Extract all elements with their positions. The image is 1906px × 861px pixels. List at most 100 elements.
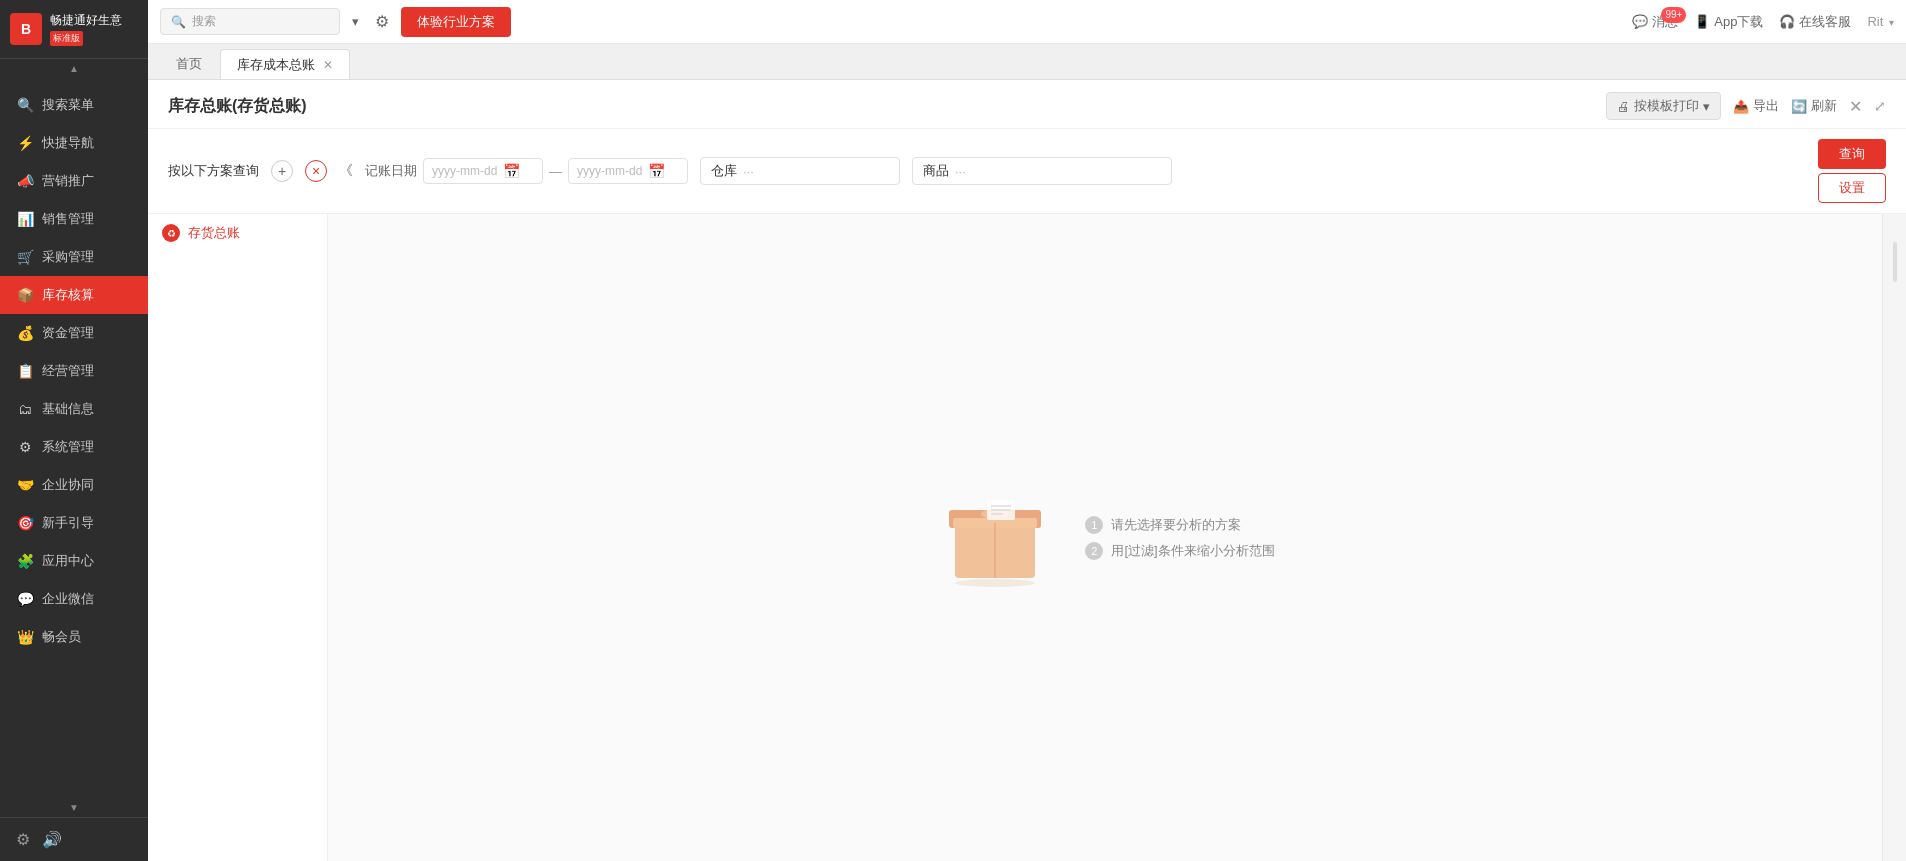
calendar-from-icon: 📅 — [503, 163, 520, 179]
logo-tag: 标准版 — [50, 31, 83, 46]
filter-clear-btn[interactable]: × — [305, 160, 327, 182]
sidebar-item-marketing[interactable]: 📣营销推广 — [0, 162, 148, 200]
data-area: 1 请先选择要分析的方案 2 用[过滤]条件来缩小分析范围 — [328, 214, 1882, 861]
empty-text: 1 请先选择要分析的方案 2 用[过滤]条件来缩小分析范围 — [1085, 516, 1274, 560]
settings-icon[interactable]: ⚙ — [16, 830, 30, 849]
date-to-input[interactable]: yyyy-mm-dd 📅 — [568, 158, 688, 184]
topbar-dropdown-icon[interactable]: ▾ — [348, 10, 363, 33]
scheme-item-inventory[interactable]: ♻ 存货总账 — [148, 214, 327, 252]
sidebar-item-purchase[interactable]: 🛒采购管理 — [0, 238, 148, 276]
nav-label-collab: 企业协同 — [42, 476, 94, 494]
sidebar-item-quick[interactable]: ⚡快捷导航 — [0, 124, 148, 162]
nav-label-inventory: 库存核算 — [42, 286, 94, 304]
nav-label-search: 搜索菜单 — [42, 96, 94, 114]
date-label: 记账日期 — [365, 162, 417, 180]
date-filter-field: 记账日期 yyyy-mm-dd 📅 — yyyy-mm-dd 📅 — [365, 158, 688, 184]
nav-icon-basic: 🗂 — [16, 400, 34, 418]
close-panel-icon[interactable]: ✕ — [1849, 97, 1862, 116]
resize-panel-icon[interactable]: ⤢ — [1874, 98, 1886, 114]
scroll-up-arrow[interactable]: ▲ — [0, 59, 148, 78]
sidebar-item-collab[interactable]: 🤝企业协同 — [0, 466, 148, 504]
logo-text: 畅捷通好生意 标准版 — [50, 12, 122, 46]
hint-2-num: 2 — [1085, 542, 1103, 560]
warehouse-more-icon: ··· — [743, 164, 754, 179]
sidebar-item-sales[interactable]: 📊销售管理 — [0, 200, 148, 238]
nav-icon-finance: 💰 — [16, 324, 34, 342]
refresh-btn[interactable]: 🔄 刷新 — [1791, 97, 1837, 115]
nav-label-newbie: 新手引导 — [42, 514, 94, 532]
filter-collapse-btn[interactable]: 《 — [339, 162, 353, 180]
hint-2-text: 用[过滤]条件来缩小分析范围 — [1111, 542, 1274, 560]
nav-icon-sales: 📊 — [16, 210, 34, 228]
right-panel — [1882, 214, 1906, 861]
scroll-down-arrow[interactable]: ▼ — [0, 798, 148, 817]
warehouse-label: 仓库 — [711, 162, 737, 180]
tab-home[interactable]: 首页 — [160, 49, 218, 79]
date-from-input[interactable]: yyyy-mm-dd 📅 — [423, 158, 543, 184]
goods-field[interactable]: 商品 ··· — [912, 157, 1172, 185]
print-btn[interactable]: 🖨 按模板打印 ▾ — [1606, 92, 1721, 120]
headset-icon: 🎧 — [1779, 14, 1795, 29]
sidebar-footer: ⚙ 🔊 — [0, 817, 148, 861]
scheme-item-label: 存货总账 — [188, 224, 240, 242]
export-btn[interactable]: 📤 导出 — [1733, 97, 1779, 115]
sidebar-item-inventory[interactable]: 📦库存核算 — [0, 276, 148, 314]
sidebar-item-basic[interactable]: 🗂 基础信息 — [0, 390, 148, 428]
date-to-placeholder: yyyy-mm-dd — [577, 164, 642, 178]
user-info[interactable]: Rit ▾ — [1867, 14, 1894, 29]
query-btn[interactable]: 查询 — [1818, 139, 1886, 169]
tab-inventory-cost[interactable]: 库存成本总账 ✕ — [220, 49, 350, 79]
sidebar-item-finance[interactable]: 💰资金管理 — [0, 314, 148, 352]
sidebar-item-system[interactable]: ⚙系统管理 — [0, 428, 148, 466]
goods-label: 商品 — [923, 162, 949, 180]
nav-label-basic: 基础信息 — [42, 400, 94, 418]
nav-icon-system: ⚙ — [16, 438, 34, 456]
settings-btn[interactable]: 设置 — [1818, 173, 1886, 203]
sidebar-item-search[interactable]: 🔍 搜索菜单 — [0, 86, 148, 124]
nav-icon-search: 🔍 — [16, 96, 34, 114]
search-box[interactable]: 🔍 搜索 — [160, 8, 340, 35]
app-download[interactable]: 📱 App下载 — [1694, 13, 1763, 31]
nav-label-purchase: 采购管理 — [42, 248, 94, 266]
nav-label-apps: 应用中心 — [42, 552, 94, 570]
messages-badge: 99+ — [1661, 7, 1686, 23]
sidebar-item-operation[interactable]: 📋 经营管理 — [0, 352, 148, 390]
warehouse-field[interactable]: 仓库 ··· — [700, 157, 900, 185]
tab-home-label: 首页 — [176, 55, 202, 73]
print-icon: 🖨 — [1617, 99, 1630, 114]
sidebar-item-newbie[interactable]: 🎯新手引导 — [0, 504, 148, 542]
topbar-gear-icon[interactable]: ⚙ — [371, 8, 393, 35]
logo-icon: B — [10, 13, 42, 45]
search-placeholder: 搜索 — [192, 13, 216, 30]
tab-inventory-cost-label: 库存成本总账 — [237, 56, 315, 74]
nav-icon-operation: 📋 — [16, 362, 34, 380]
empty-state: 1 请先选择要分析的方案 2 用[过滤]条件来缩小分析范围 — [935, 488, 1274, 588]
nav-label-operation: 经营管理 — [42, 362, 94, 380]
audio-icon[interactable]: 🔊 — [42, 830, 62, 849]
tab-close-icon[interactable]: ✕ — [323, 58, 333, 72]
user-dropdown-icon: ▾ — [1889, 17, 1894, 28]
empty-hint-1: 1 请先选择要分析的方案 — [1085, 516, 1274, 534]
nav-icon-wechat: 💬 — [16, 590, 34, 608]
hint-1-text: 请先选择要分析的方案 — [1111, 516, 1241, 534]
logo-area: B 畅捷通好生意 标准版 — [0, 0, 148, 59]
online-service[interactable]: 🎧 在线客服 — [1779, 13, 1851, 31]
topbar: 🔍 搜索 ▾ ⚙ 体验行业方案 💬 消息 99+ 📱 App下载 🎧 在线客服 … — [148, 0, 1906, 44]
empty-hint-2: 2 用[过滤]条件来缩小分析范围 — [1085, 542, 1274, 560]
industry-btn[interactable]: 体验行业方案 — [401, 7, 511, 37]
right-panel-handle[interactable] — [1893, 242, 1897, 282]
sidebar-item-apps[interactable]: 🧩 应用中心 — [0, 542, 148, 580]
filter-add-btn[interactable]: + — [271, 160, 293, 182]
messages-area[interactable]: 💬 消息 99+ — [1632, 13, 1678, 31]
nav-label-marketing: 营销推广 — [42, 172, 94, 190]
nav-icon-apps: 🧩 — [16, 552, 34, 570]
main-area: 🔍 搜索 ▾ ⚙ 体验行业方案 💬 消息 99+ 📱 App下载 🎧 在线客服 … — [148, 0, 1906, 861]
sidebar: B 畅捷通好生意 标准版 ▲ 🔍 搜索菜单 ⚡快捷导航📣营销推广📊销售管理🛒采购管理… — [0, 0, 148, 861]
scheme-item-icon: ♻ — [162, 224, 180, 242]
sidebar-item-wechat[interactable]: 💬企业微信 — [0, 580, 148, 618]
empty-illustration — [935, 488, 1055, 588]
sidebar-item-vip[interactable]: 👑畅会员 — [0, 618, 148, 656]
page-title: 库存总账(存货总账) — [168, 96, 307, 117]
date-separator: — — [549, 164, 562, 179]
hint-1-num: 1 — [1085, 516, 1103, 534]
